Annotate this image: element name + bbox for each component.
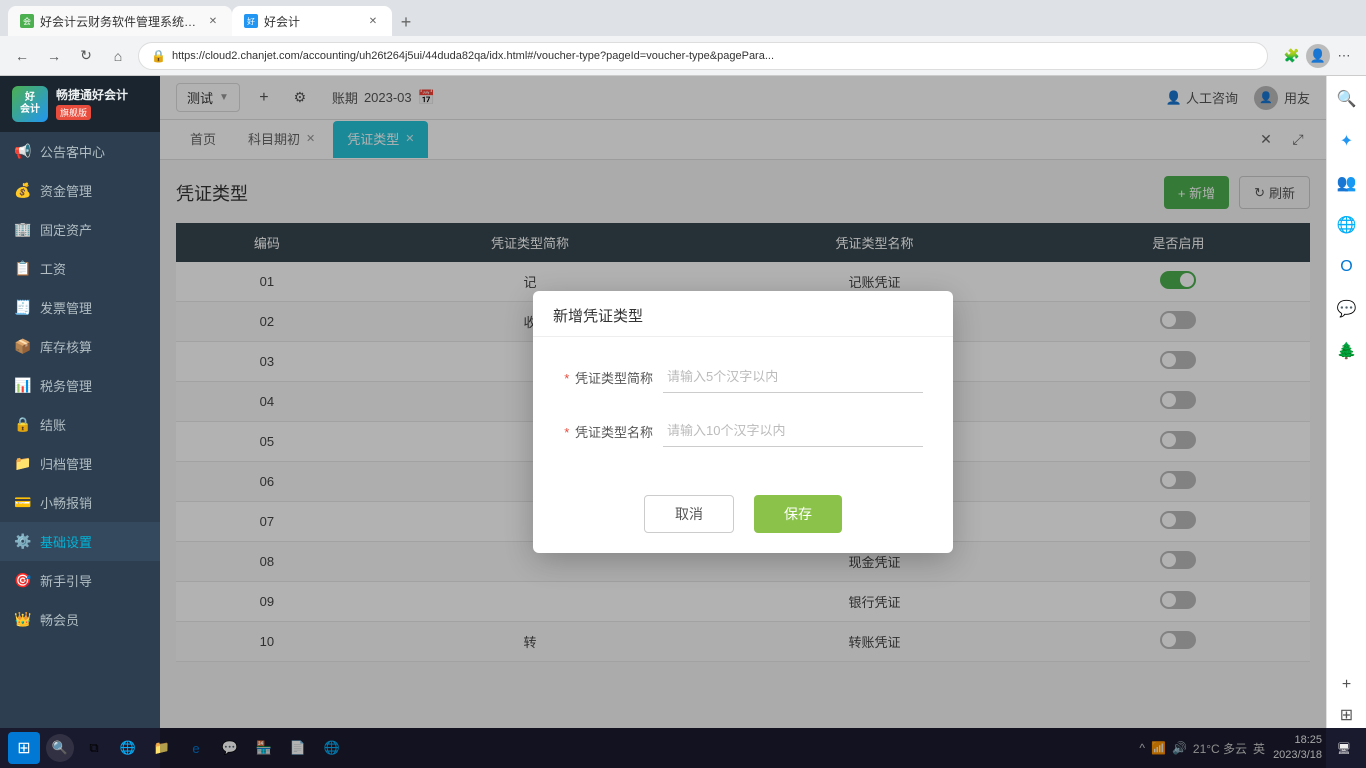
sidebar-label-xiaochang: 小畅报销 bbox=[40, 493, 92, 512]
url-input[interactable]: 🔒 https://cloud2.chanjet.com/accounting/… bbox=[138, 42, 1268, 70]
sidebar-item-archive[interactable]: 📁 归档管理 bbox=[0, 444, 160, 483]
sidebar-label-inventory: 库存核算 bbox=[40, 337, 92, 356]
sidebar-item-member[interactable]: 👑 畅会员 bbox=[0, 600, 160, 639]
show-desktop-button[interactable]: 🖥 bbox=[1330, 734, 1358, 762]
tab-close-1[interactable]: ✕ bbox=[206, 14, 220, 28]
right-panel-add-icon[interactable]: + bbox=[1332, 670, 1362, 700]
new-tab-button[interactable]: + bbox=[392, 8, 420, 36]
taskbar-chrome-icon[interactable]: 🌐 bbox=[114, 734, 142, 762]
right-panel: 🔍 ✦ 👥 🌐 O 💬 🌲 + ⊞ ⚙ bbox=[1326, 76, 1366, 768]
sidebar-item-announcements[interactable]: 📢 公告客中心 bbox=[0, 132, 160, 171]
taskbar-search-button[interactable]: 🔍 bbox=[46, 734, 74, 762]
sidebar-item-newbie[interactable]: 🎯 新手引导 bbox=[0, 561, 160, 600]
sidebar-nav: 📢 公告客中心 💰 资金管理 🏢 固定资产 📋 工资 🧾 发票管理 bbox=[0, 132, 160, 730]
abbr-input[interactable] bbox=[663, 361, 923, 393]
logo-icon: 好会计 bbox=[12, 86, 48, 122]
sidebar-item-tax[interactable]: 📊 税务管理 bbox=[0, 366, 160, 405]
xiaochang-icon: 💳 bbox=[14, 494, 32, 512]
sidebar-label-fixed-assets: 固定资产 bbox=[40, 220, 92, 239]
name-input[interactable] bbox=[663, 415, 923, 447]
browser-tab-2[interactable]: 好 好会计 ✕ bbox=[232, 6, 392, 36]
archive-icon: 📁 bbox=[14, 455, 32, 473]
more-options-icon[interactable]: ⋯ bbox=[1332, 44, 1356, 68]
extensions-icon[interactable]: 🧩 bbox=[1280, 44, 1304, 68]
announcements-icon: 📢 bbox=[14, 143, 32, 161]
logo-text: 畅捷通好会计 bbox=[56, 88, 128, 104]
right-panel-search-icon[interactable]: 🔍 bbox=[1332, 84, 1362, 114]
invoice-icon: 🧾 bbox=[14, 299, 32, 317]
save-button[interactable]: 保存 bbox=[754, 495, 842, 533]
right-panel-chat-icon[interactable]: 💬 bbox=[1332, 294, 1362, 324]
name-label: * 凭证类型名称 bbox=[563, 422, 653, 441]
sidebar: 好会计 畅捷通好会计 旗舰版 📢 公告客中心 💰 资金管理 🏢 固定资产 bbox=[0, 76, 160, 768]
funds-icon: 💰 bbox=[14, 182, 32, 200]
sidebar-item-funds[interactable]: 💰 资金管理 bbox=[0, 171, 160, 210]
lock-icon: 🔒 bbox=[151, 49, 166, 63]
url-text: https://cloud2.chanjet.com/accounting/uh… bbox=[172, 50, 1255, 62]
right-panel-grid-icon[interactable]: ⊞ bbox=[1332, 700, 1362, 730]
member-icon: 👑 bbox=[14, 611, 32, 629]
home-button[interactable]: ⌂ bbox=[106, 44, 130, 68]
right-panel-user-icon[interactable]: 👥 bbox=[1332, 168, 1362, 198]
right-panel-star-icon[interactable]: ✦ bbox=[1332, 126, 1362, 156]
sidebar-label-member: 畅会员 bbox=[40, 610, 79, 629]
right-panel-tree-icon[interactable]: 🌲 bbox=[1332, 336, 1362, 366]
start-button[interactable]: ⊞ bbox=[8, 732, 40, 764]
dialog-overlay: 新增凭证类型 * 凭证类型简称 * 凭证类型名称 取消 保存 bbox=[160, 76, 1326, 768]
right-panel-globe-icon[interactable]: 🌐 bbox=[1332, 210, 1362, 240]
cancel-button[interactable]: 取消 bbox=[644, 495, 734, 533]
sidebar-item-basic[interactable]: ⚙️ 基础设置 bbox=[0, 522, 160, 561]
dialog-footer: 取消 保存 bbox=[533, 485, 953, 553]
address-bar: ← → ↻ ⌂ 🔒 https://cloud2.chanjet.com/acc… bbox=[0, 36, 1366, 76]
sidebar-label-newbie: 新手引导 bbox=[40, 571, 92, 590]
required-star-abbr: * bbox=[564, 371, 569, 386]
right-panel-outlook-icon[interactable]: O bbox=[1332, 252, 1362, 282]
tab-close-2[interactable]: ✕ bbox=[366, 14, 380, 28]
reload-button[interactable]: ↻ bbox=[74, 44, 98, 68]
tab-favicon-2: 好 bbox=[244, 14, 258, 28]
new-voucher-type-dialog: 新增凭证类型 * 凭证类型简称 * 凭证类型名称 取消 保存 bbox=[533, 291, 953, 553]
fixed-assets-icon: 🏢 bbox=[14, 221, 32, 239]
profile-icon[interactable]: 👤 bbox=[1306, 44, 1330, 68]
form-row-name: * 凭证类型名称 bbox=[563, 415, 923, 447]
taskbar-multitask-icon[interactable]: ⧉ bbox=[80, 734, 108, 762]
sidebar-item-invoice[interactable]: 🧾 发票管理 bbox=[0, 288, 160, 327]
app-logo: 好会计 畅捷通好会计 旗舰版 bbox=[0, 76, 160, 132]
sidebar-item-salary[interactable]: 📋 工资 bbox=[0, 249, 160, 288]
sidebar-item-close-accounts[interactable]: 🔒 结账 bbox=[0, 405, 160, 444]
newbie-icon: 🎯 bbox=[14, 572, 32, 590]
tax-icon: 📊 bbox=[14, 377, 32, 395]
dialog-body: * 凭证类型简称 * 凭证类型名称 bbox=[533, 337, 953, 485]
basic-icon: ⚙️ bbox=[14, 533, 32, 551]
sidebar-label-invoice: 发票管理 bbox=[40, 298, 92, 317]
tab-label-2: 好会计 bbox=[264, 13, 300, 30]
form-row-abbr: * 凭证类型简称 bbox=[563, 361, 923, 393]
close-accounts-icon: 🔒 bbox=[14, 416, 32, 434]
tab-favicon-1: 会 bbox=[20, 14, 34, 28]
back-button[interactable]: ← bbox=[10, 44, 34, 68]
salary-icon: 📋 bbox=[14, 260, 32, 278]
tab-label-1: 好会计云财务软件管理系统_会计 bbox=[40, 13, 200, 30]
sidebar-item-xiaochang[interactable]: 💳 小畅报销 bbox=[0, 483, 160, 522]
dialog-title: 新增凭证类型 bbox=[533, 291, 953, 337]
sidebar-item-inventory[interactable]: 📦 库存核算 bbox=[0, 327, 160, 366]
abbr-label: * 凭证类型简称 bbox=[563, 368, 653, 387]
sidebar-label-announcements: 公告客中心 bbox=[40, 142, 105, 161]
sidebar-label-tax: 税务管理 bbox=[40, 376, 92, 395]
sidebar-label-archive: 归档管理 bbox=[40, 454, 92, 473]
sidebar-item-fixed-assets[interactable]: 🏢 固定资产 bbox=[0, 210, 160, 249]
forward-button[interactable]: → bbox=[42, 44, 66, 68]
sidebar-label-funds: 资金管理 bbox=[40, 181, 92, 200]
sidebar-label-basic: 基础设置 bbox=[40, 532, 92, 551]
browser-tab-1[interactable]: 会 好会计云财务软件管理系统_会计 ✕ bbox=[8, 6, 232, 36]
sidebar-label-salary: 工资 bbox=[40, 259, 66, 278]
inventory-icon: 📦 bbox=[14, 338, 32, 356]
logo-badge: 旗舰版 bbox=[56, 105, 91, 120]
required-star-name: * bbox=[564, 425, 569, 440]
sidebar-label-close-accounts: 结账 bbox=[40, 415, 66, 434]
